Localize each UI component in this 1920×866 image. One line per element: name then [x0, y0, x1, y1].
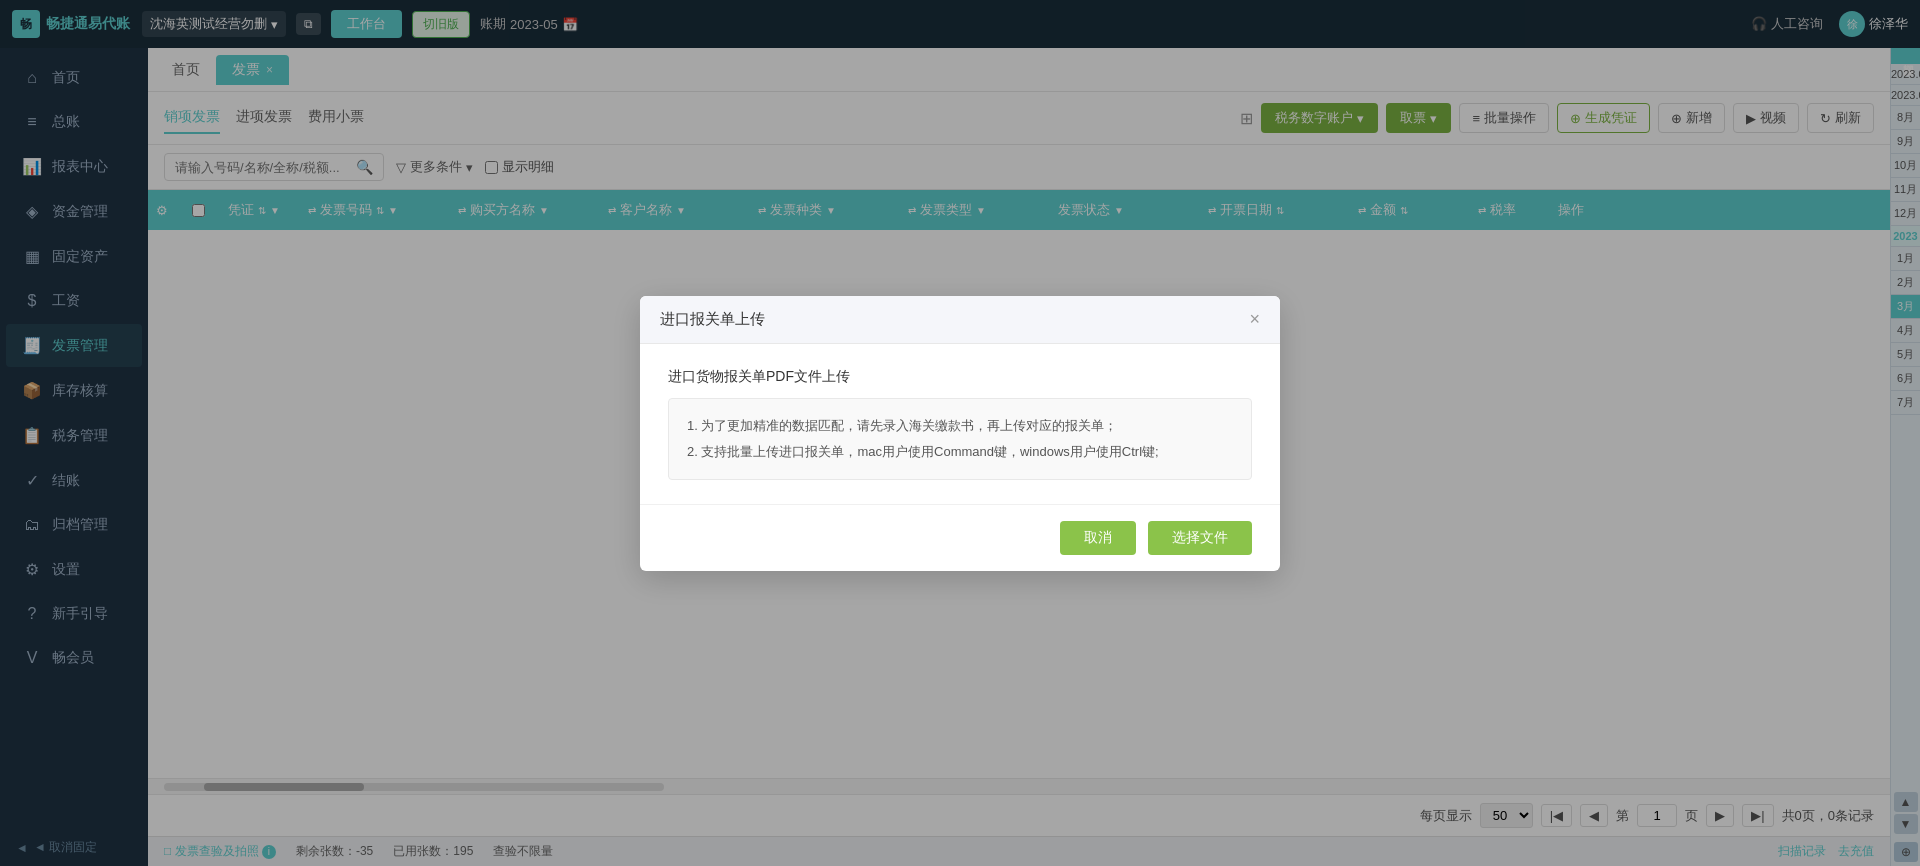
modal-close-button[interactable]: ×: [1249, 310, 1260, 328]
modal-info-box: 1. 为了更加精准的数据匹配，请先录入海关缴款书，再上传对应的报关单； 2. 支…: [668, 398, 1252, 480]
modal-header: 进口报关单上传 ×: [640, 296, 1280, 344]
modal-footer: 取消 选择文件: [640, 504, 1280, 571]
modal-body: 进口货物报关单PDF文件上传 1. 为了更加精准的数据匹配，请先录入海关缴款书，…: [640, 344, 1280, 504]
modal-info-list: 1. 为了更加精准的数据匹配，请先录入海关缴款书，再上传对应的报关单； 2. 支…: [687, 413, 1233, 465]
modal-select-file-button[interactable]: 选择文件: [1148, 521, 1252, 555]
modal-info-item-0: 1. 为了更加精准的数据匹配，请先录入海关缴款书，再上传对应的报关单；: [687, 413, 1233, 439]
import-modal: 进口报关单上传 × 进口货物报关单PDF文件上传 1. 为了更加精准的数据匹配，…: [640, 296, 1280, 571]
modal-info-item-1: 2. 支持批量上传进口报关单，mac用户使用Command键，windows用户…: [687, 439, 1233, 465]
modal-overlay: 进口报关单上传 × 进口货物报关单PDF文件上传 1. 为了更加精准的数据匹配，…: [0, 0, 1920, 866]
modal-cancel-button[interactable]: 取消: [1060, 521, 1136, 555]
modal-section-title: 进口货物报关单PDF文件上传: [668, 368, 1252, 386]
modal-title: 进口报关单上传: [660, 310, 765, 329]
